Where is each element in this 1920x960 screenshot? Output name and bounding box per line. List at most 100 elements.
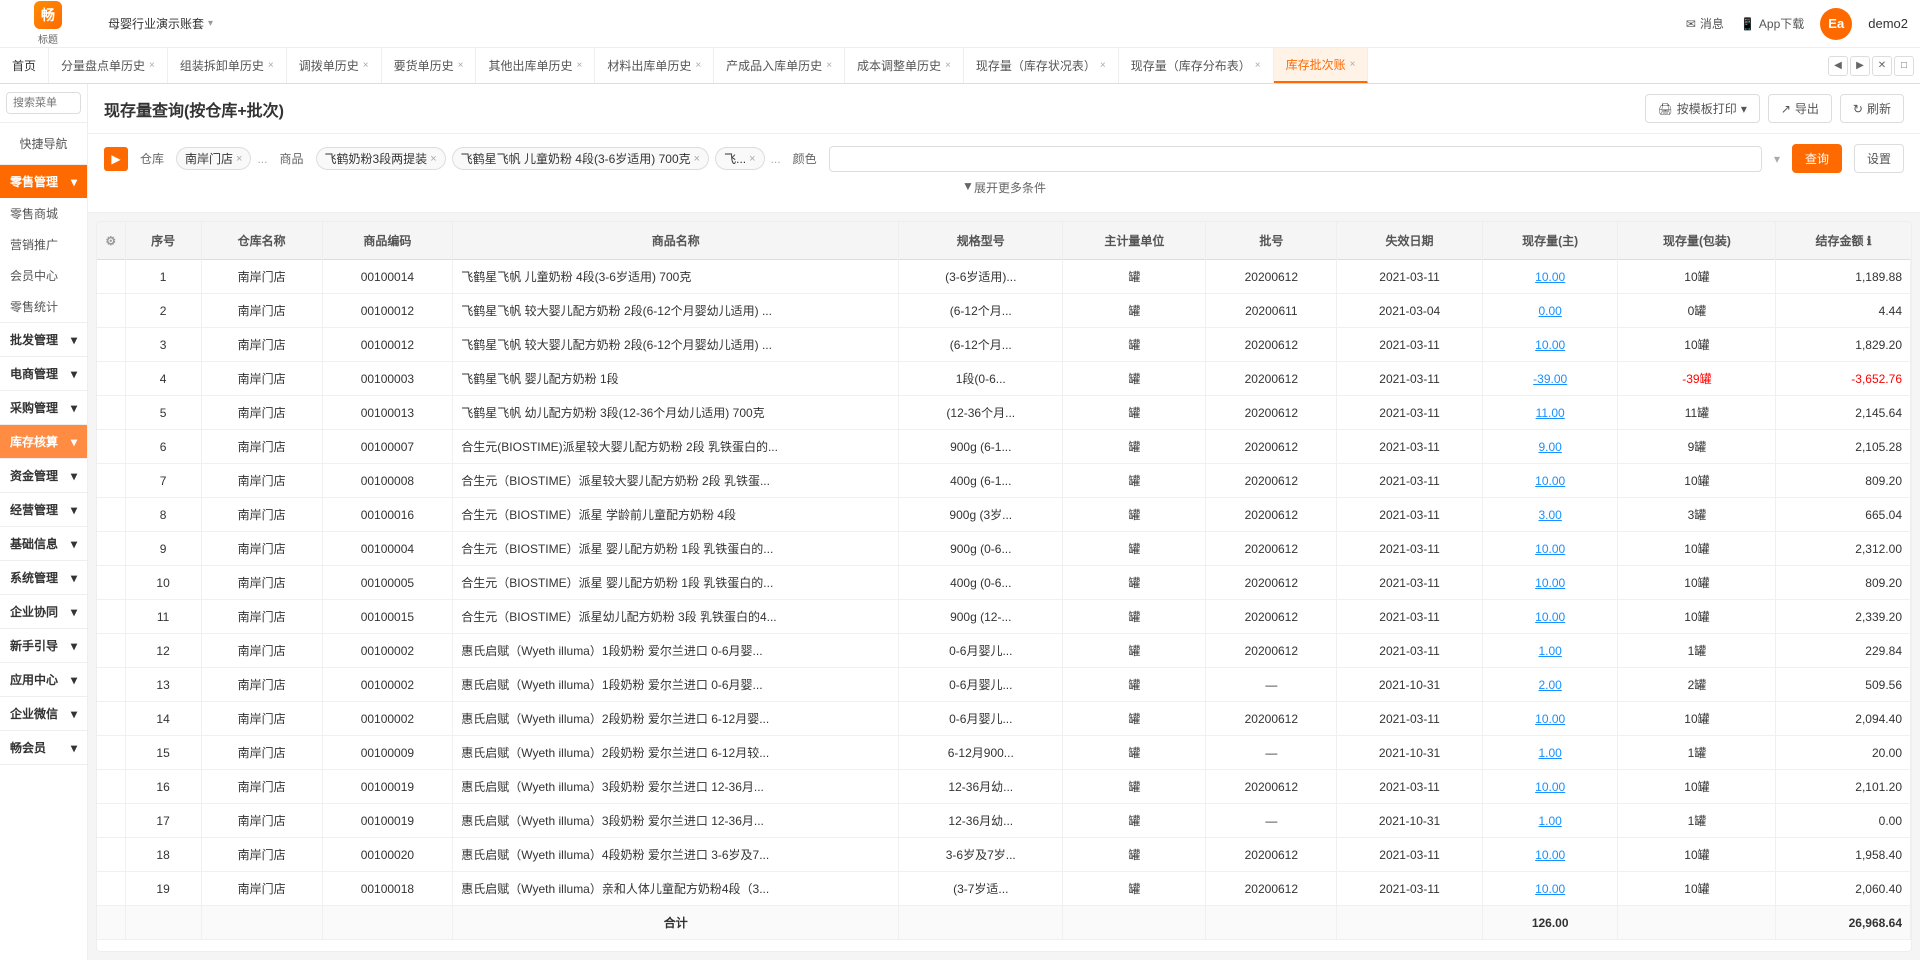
qty-main-link[interactable]: 0.00 [1538,304,1561,318]
sidebar-section-app-center-title[interactable]: 应用中心 ▾ [0,663,87,696]
sidebar-section-operation-title[interactable]: 经营管理 ▾ [0,493,87,526]
sidebar-section-corp-wechat-title[interactable]: 企业微信 ▾ [0,697,87,730]
sidebar-section-corp-title[interactable]: 企业协同 ▾ [0,595,87,628]
sidebar-section-changyuanm-title[interactable]: 畅会员 ▾ [0,731,87,764]
remove-p3-tag[interactable]: × [749,153,755,165]
total-balance: 26,968.64 [1776,906,1911,940]
sidebar-section-basic-title[interactable]: 基础信息 ▾ [0,527,87,560]
tab-close-cost-adjust[interactable]: × [945,60,951,71]
query-button[interactable]: 查询 [1792,144,1842,173]
qty-main-link[interactable]: 11.00 [1536,406,1565,420]
tab-split[interactable]: 分量盘点单历史 × [49,48,168,83]
remove-p2-tag[interactable]: × [694,153,700,165]
tab-material-out[interactable]: 材料出库单历史 × [595,48,714,83]
cell-qty-main: 1.00 [1482,736,1618,770]
export-button[interactable]: ↗ 导出 [1768,94,1832,123]
sidebar-item-quick-nav[interactable]: 快捷导航 [0,127,87,160]
warehouse-filter-more[interactable]: ... [257,152,267,166]
tab-close-pick[interactable]: × [363,60,369,71]
tab-close-other-out[interactable]: × [576,60,582,71]
filter-expand-btn[interactable]: ▶ [104,147,128,171]
qty-main-link[interactable]: 1.00 [1538,644,1561,658]
cell-code: 00100003 [322,362,453,396]
qty-main-link[interactable]: 10.00 [1535,542,1565,556]
sidebar-section-finance: 资金管理 ▾ [0,459,87,493]
sidebar-section-guide-title[interactable]: 新手引导 ▾ [0,629,87,662]
qty-main-link[interactable]: 10.00 [1535,270,1565,284]
tab-close-split[interactable]: × [149,60,155,71]
qty-main-link[interactable]: 1.00 [1538,746,1561,760]
sidebar-section-system-title[interactable]: 系统管理 ▾ [0,561,87,594]
print-button[interactable]: 🖨 按模板打印 ▾ [1645,94,1760,123]
product-filter-more[interactable]: ... [771,152,781,166]
qty-main-link[interactable]: 2.00 [1538,678,1561,692]
qty-main-link[interactable]: 3.00 [1538,508,1561,522]
qty-main-link[interactable]: 10.00 [1535,576,1565,590]
search-input[interactable] [6,92,81,114]
qty-main-link[interactable]: 10.00 [1535,474,1565,488]
qty-main-link[interactable]: 10.00 [1535,610,1565,624]
tab-cost-adjust[interactable]: 成本调整单历史 × [845,48,964,83]
tab-maximize[interactable]: □ [1894,56,1914,76]
qty-main-link[interactable]: 10.00 [1535,780,1565,794]
qty-main-link[interactable]: 10.00 [1535,882,1565,896]
sidebar-item-retail-shop[interactable]: 零售商城 [0,198,87,229]
settings-button[interactable]: 设置 [1854,144,1904,173]
sidebar-item-retail-stats[interactable]: 零售统计 [0,291,87,322]
tab-stock-dist[interactable]: 现存量（库存分布表） × [1119,48,1274,83]
sidebar-item-marketing[interactable]: 营销推广 [0,229,87,260]
tab-close-all[interactable]: ✕ [1872,56,1892,76]
filter-tag-p3[interactable]: 飞... × [715,147,764,170]
app-download-action[interactable]: 📱 App下载 [1740,15,1804,32]
refresh-button[interactable]: ↻ 刷新 [1840,94,1904,123]
workspace-selector[interactable]: 母婴行业演示账套 ▾ [100,11,221,36]
tab-close-disassemble[interactable]: × [268,60,274,71]
tab-other-out[interactable]: 其他出库单历史 × [476,48,595,83]
corp-wechat-expand-icon: ▾ [71,707,77,721]
tab-pick[interactable]: 调拨单历史 × [287,48,382,83]
message-action[interactable]: ✉ 消息 [1686,15,1724,32]
tab-batch[interactable]: 库存批次账 × [1274,48,1369,83]
tab-home[interactable]: 首页 [0,48,49,83]
sidebar-section-ecommerce-title[interactable]: 电商管理 ▾ [0,357,87,390]
color-dropdown-icon[interactable]: ▾ [1774,152,1780,166]
filter-tag-p2[interactable]: 飞鹤星飞帆 儿童奶粉 4段(3-6岁适用) 700克 × [452,147,709,170]
qty-main-link[interactable]: 9.00 [1538,440,1561,454]
table-total-row: 合计 126.00 26,968.64 [97,906,1911,940]
purchase-expand-icon: ▾ [71,401,77,415]
tab-close-require[interactable]: × [458,60,464,71]
sidebar-section-finance-title[interactable]: 资金管理 ▾ [0,459,87,492]
filter-tag-nanan[interactable]: 南岸门店 × [176,147,251,170]
filter-tag-p1[interactable]: 飞鹤奶粉3段两提装 × [316,147,446,170]
user-avatar[interactable]: Ea [1820,8,1852,40]
sidebar-section-purchase-title[interactable]: 采购管理 ▾ [0,391,87,424]
tab-scroll-right[interactable]: ▶ [1850,56,1870,76]
tab-close-material-out[interactable]: × [695,60,701,71]
tab-stock-status[interactable]: 现存量（库存状况表） × [964,48,1119,83]
remove-nanan-tag[interactable]: × [236,153,242,165]
cell-expire: 2021-03-11 [1337,634,1483,668]
tab-close-batch[interactable]: × [1350,59,1356,70]
qty-main-link[interactable]: 1.00 [1538,814,1561,828]
sidebar-section-retail-title[interactable]: 零售管理 ▾ [0,165,87,198]
tab-scroll-left[interactable]: ◀ [1828,56,1848,76]
qty-main-link[interactable]: 10.00 [1535,338,1565,352]
remove-p1-tag[interactable]: × [430,153,436,165]
tab-disassemble[interactable]: 组装拆卸单历史 × [168,48,287,83]
expand-more-conditions[interactable]: ▼ 展开更多条件 [104,173,1904,202]
qty-main-link[interactable]: 10.00 [1535,712,1565,726]
color-filter-input[interactable] [829,146,1762,172]
qty-main-link[interactable]: 10.00 [1535,848,1565,862]
tab-close-stock-status[interactable]: × [1100,60,1106,71]
user-name[interactable]: demo2 [1868,16,1908,31]
tab-require[interactable]: 要货单历史 × [382,48,477,83]
tab-close-product-in[interactable]: × [826,60,832,71]
logo-area: 畅 标题 [12,1,84,46]
tab-close-stock-dist[interactable]: × [1255,60,1261,71]
column-settings-icon[interactable]: ⚙ [105,234,116,248]
sidebar-section-inventory-title[interactable]: 库存核算 ▾ [0,425,87,458]
qty-main-link[interactable]: -39.00 [1533,372,1567,386]
tab-product-in[interactable]: 产成品入库单历史 × [714,48,845,83]
sidebar-section-wholesale-title[interactable]: 批发管理 ▾ [0,323,87,356]
sidebar-item-member[interactable]: 会员中心 [0,260,87,291]
